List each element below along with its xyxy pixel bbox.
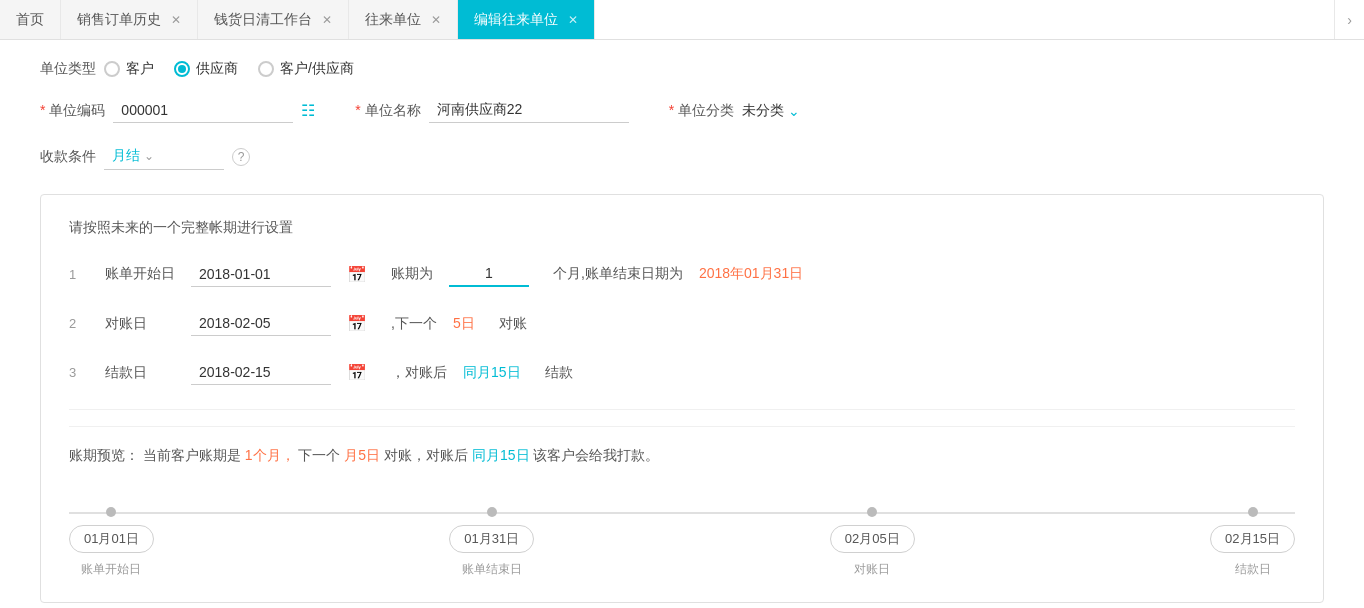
setting-row3-pre: ，对账后	[391, 364, 447, 382]
reconcile-date-cal-icon[interactable]: 📅	[347, 314, 367, 333]
reconcile-date-input[interactable]	[191, 311, 331, 336]
setting-name-3: 结款日	[105, 364, 175, 382]
tab-cash-work[interactable]: 钱货日清工作台 ✕	[198, 0, 349, 39]
radio-label-supplier: 供应商	[196, 60, 238, 78]
tab-close-edit-partner[interactable]: ✕	[568, 13, 578, 27]
preview-highlight2: 月5日	[344, 447, 380, 463]
setting-row3-suffix: 结款	[545, 364, 573, 382]
timeline-label-3: 对账日	[854, 561, 890, 578]
radio-customer[interactable]: 客户	[104, 60, 154, 78]
setting-row1-suffix: 个月,账单结束日期为	[553, 265, 683, 283]
setting-row-1: 1 账单开始日 📅 账期为 个月,账单结束日期为 2018年01月31日	[69, 261, 1295, 287]
unit-category-value: 未分类	[742, 102, 784, 120]
preview-highlight1: 1个月，	[245, 447, 295, 463]
preview-text-end: 该客户会给我打款。	[533, 447, 659, 463]
payment-terms-dropdown-arrow-icon: ⌄	[144, 149, 154, 163]
start-date-cal-icon[interactable]: 📅	[347, 265, 367, 284]
unit-code-label: 单位编码	[40, 102, 105, 120]
unit-code-group: 单位编码 ☷	[40, 98, 315, 123]
unit-category-select[interactable]: 未分类 ⌄	[742, 102, 892, 120]
radio-circle-customer	[104, 61, 120, 77]
preview-label: 账期预览：	[69, 447, 139, 463]
unit-name-group: 单位名称	[355, 98, 628, 123]
unit-category-chevron-icon: ⌄	[788, 103, 800, 119]
timeline-chip-2: 01月31日	[449, 525, 534, 553]
setting-name-1: 账单开始日	[105, 265, 175, 283]
setting-row3-highlight: 同月15日	[463, 364, 521, 382]
preview-section: 账期预览： 当前客户账期是 1个月， 下一个 月5日 对账，对账后 同月15日 …	[69, 426, 1295, 578]
setting-num-2: 2	[69, 316, 89, 331]
start-date-input[interactable]	[191, 262, 331, 287]
timeline-label-2: 账单结束日	[462, 561, 522, 578]
settle-date-input[interactable]	[191, 360, 331, 385]
setting-row2-highlight: 5日	[453, 315, 475, 333]
radio-circle-both	[258, 61, 274, 77]
timeline-wrapper: 01月01日 账单开始日 01月31日 账单结束日 02月05日 对账日	[69, 498, 1295, 578]
unit-code-icon[interactable]: ☷	[301, 101, 315, 120]
setting-num-3: 3	[69, 365, 89, 380]
settings-card: 请按照未来的一个完整帐期进行设置 1 账单开始日 📅 账期为 个月,账单结束日期…	[40, 194, 1324, 603]
timeline-label-1: 账单开始日	[81, 561, 141, 578]
timeline-chip-4: 02月15日	[1210, 525, 1295, 553]
timeline-chip-1: 01月01日	[69, 525, 154, 553]
preview-text-mid: 下一个	[298, 447, 340, 463]
preview-text: 账期预览： 当前客户账期是 1个月， 下一个 月5日 对账，对账后 同月15日 …	[69, 443, 1295, 468]
main-content: 单位类型 客户 供应商 客户/供应商 单位编码 ☷	[0, 40, 1364, 608]
setting-row1-prefix: 账期为	[391, 265, 433, 283]
tab-close-cash-work[interactable]: ✕	[322, 13, 332, 27]
radio-label-both: 客户/供应商	[280, 60, 354, 78]
payment-terms-row: 收款条件 月结 ⌄ ?	[40, 143, 1324, 170]
timeline-nodes: 01月01日 账单开始日 01月31日 账单结束日 02月05日 对账日	[69, 498, 1295, 578]
tab-bar: 首页 销售订单历史 ✕ 钱货日清工作台 ✕ 往来单位 ✕ 编辑往来单位 ✕ ›	[0, 0, 1364, 40]
payment-terms-help-icon[interactable]: ?	[232, 148, 250, 166]
preview-highlight3: 同月15日	[472, 447, 530, 463]
payment-terms-dropdown[interactable]: 月结 ⌄	[104, 143, 224, 170]
setting-name-2: 对账日	[105, 315, 175, 333]
divider	[69, 409, 1295, 410]
setting-row1-end-date: 2018年01月31日	[699, 265, 803, 283]
payment-terms-value: 月结	[112, 147, 140, 165]
unit-info-row: 单位编码 ☷ 单位名称 单位分类 未分类 ⌄	[40, 98, 1324, 123]
timeline-node-4: 02月15日 结款日	[1210, 498, 1295, 578]
unit-category-label: 单位分类	[669, 102, 734, 120]
setting-row2-pre: ,下一个	[391, 315, 437, 333]
unit-name-input[interactable]	[429, 98, 629, 123]
setting-row-2: 2 对账日 📅 ,下一个 5日 对账	[69, 311, 1295, 336]
setting-row2-suffix: 对账	[499, 315, 527, 333]
unit-name-label: 单位名称	[355, 102, 420, 120]
tab-close-sales-history[interactable]: ✕	[171, 13, 181, 27]
timeline-node-1: 01月01日 账单开始日	[69, 498, 154, 578]
radio-both[interactable]: 客户/供应商	[258, 60, 354, 78]
timeline-label-4: 结款日	[1235, 561, 1271, 578]
unit-type-row: 单位类型 客户 供应商 客户/供应商	[40, 60, 1324, 78]
tab-partner[interactable]: 往来单位 ✕	[349, 0, 458, 39]
unit-type-label: 单位类型	[40, 60, 96, 78]
payment-terms-label: 收款条件	[40, 148, 96, 166]
radio-circle-supplier	[174, 61, 190, 77]
unit-category-group: 单位分类 未分类 ⌄	[669, 102, 892, 120]
tab-sales-history[interactable]: 销售订单历史 ✕	[61, 0, 198, 39]
timeline-chip-3: 02月05日	[830, 525, 915, 553]
setting-row-3: 3 结款日 📅 ，对账后 同月15日 结款	[69, 360, 1295, 385]
radio-group: 客户 供应商 客户/供应商	[104, 60, 354, 78]
setting-num-1: 1	[69, 267, 89, 282]
preview-text-pre: 当前客户账期是	[143, 447, 241, 463]
radio-label-customer: 客户	[126, 60, 154, 78]
tab-more-button[interactable]: ›	[1334, 0, 1364, 39]
unit-code-input[interactable]	[113, 98, 293, 123]
tab-close-partner[interactable]: ✕	[431, 13, 441, 27]
tab-home[interactable]: 首页	[0, 0, 61, 39]
period-input[interactable]	[449, 261, 529, 287]
settle-date-cal-icon[interactable]: 📅	[347, 363, 367, 382]
preview-text-mid2: 对账，对账后	[384, 447, 468, 463]
timeline-node-3: 02月05日 对账日	[830, 498, 915, 578]
radio-supplier[interactable]: 供应商	[174, 60, 238, 78]
tab-edit-partner[interactable]: 编辑往来单位 ✕	[458, 0, 595, 39]
unit-type-group: 单位类型 客户 供应商 客户/供应商	[40, 60, 354, 78]
payment-terms-group: 收款条件 月结 ⌄ ?	[40, 143, 250, 170]
settings-card-title: 请按照未来的一个完整帐期进行设置	[69, 219, 1295, 237]
timeline-node-2: 01月31日 账单结束日	[449, 498, 534, 578]
